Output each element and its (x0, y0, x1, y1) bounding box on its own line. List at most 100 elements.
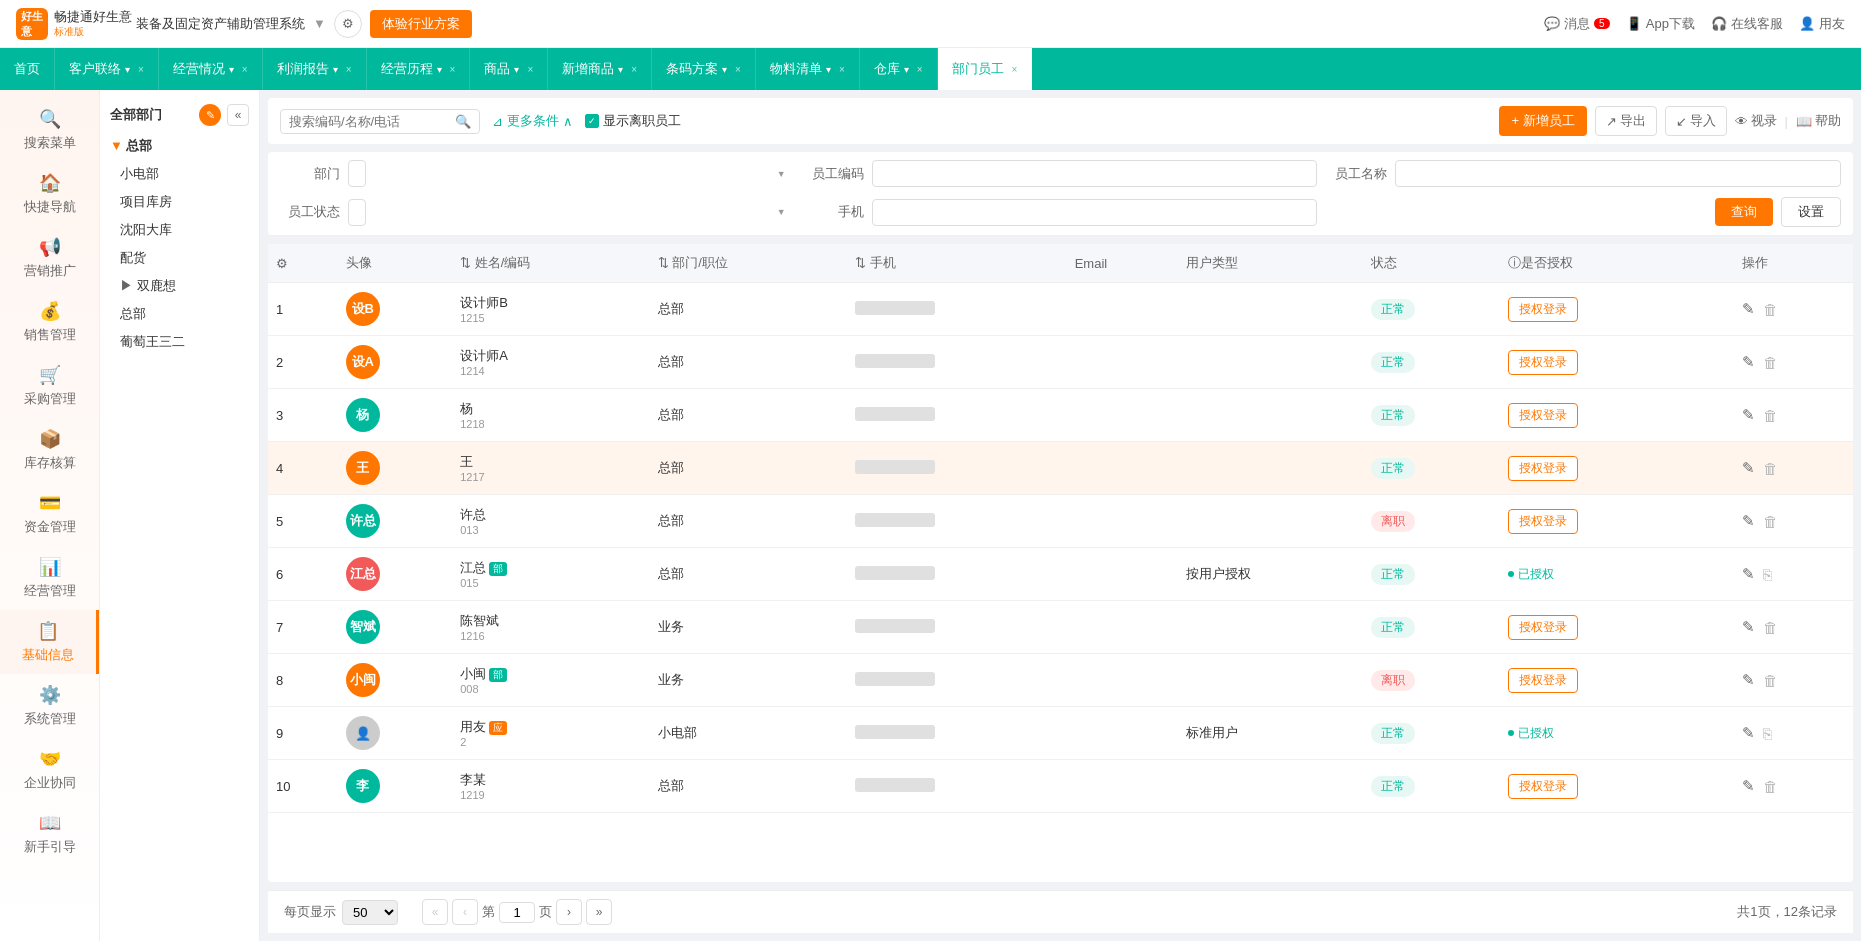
col-dept[interactable]: ⇅ 部门/职位 (650, 244, 847, 283)
delete-btn[interactable]: 🗑 (1763, 301, 1778, 318)
tab-home[interactable]: 首页 (0, 48, 55, 90)
tab-dropdown-icon[interactable]: ▾ (618, 64, 623, 75)
tab-close-icon[interactable]: × (450, 64, 456, 75)
col-settings[interactable]: ⚙ (268, 244, 338, 283)
page-input[interactable] (499, 902, 535, 923)
prev-page-btn[interactable]: ‹ (452, 899, 478, 925)
tab-close-icon[interactable]: × (527, 64, 533, 75)
dept-node-shuanglu[interactable]: ▶ 双鹿想 (100, 272, 259, 300)
dept-node-shenyang[interactable]: 沈阳大库 (100, 216, 259, 244)
experience-btn[interactable]: 体验行业方案 (370, 10, 472, 38)
authorize-btn[interactable]: 授权登录 (1508, 668, 1578, 693)
export-btn[interactable]: ↗ 导出 (1595, 106, 1657, 136)
authorize-btn[interactable]: 授权登录 (1508, 509, 1578, 534)
tab-warehouse[interactable]: 仓库▾× (860, 48, 938, 90)
more-filters-btn[interactable]: ⊿ 更多条件 ∧ (492, 112, 573, 130)
authorize-btn[interactable]: 授权登录 (1508, 403, 1578, 428)
delete-btn[interactable]: 🗑 (1763, 672, 1778, 689)
dept-node-zongbu-parent[interactable]: ▼ 总部 (100, 132, 259, 160)
edit-btn[interactable]: ✎ (1742, 300, 1755, 318)
authorize-btn[interactable]: 授权登录 (1508, 350, 1578, 375)
dept-edit-btn[interactable]: ✎ (199, 104, 221, 126)
show-offline-checkbox[interactable] (585, 114, 599, 128)
emp-code-filter-input[interactable] (872, 160, 1318, 187)
search-input-wrap[interactable]: 🔍 (280, 109, 480, 134)
tab-dropdown-icon[interactable]: ▾ (904, 64, 909, 75)
import-btn[interactable]: ↙ 导入 (1665, 106, 1727, 136)
col-phone[interactable]: ⇅ 手机 (847, 244, 1067, 283)
show-offline-toggle[interactable]: 显示离职员工 (585, 112, 681, 130)
nav-basic-info[interactable]: 📋 基础信息 (0, 610, 99, 674)
query-btn[interactable]: 查询 (1715, 198, 1773, 226)
delete-btn[interactable]: 🗑 (1763, 407, 1778, 424)
edit-btn[interactable]: ✎ (1742, 459, 1755, 477)
nav-guide[interactable]: 📖 新手引导 (0, 802, 99, 866)
tab-close-icon[interactable]: × (346, 64, 352, 75)
nav-finance[interactable]: 💳 资金管理 (0, 482, 99, 546)
edit-btn[interactable]: ✎ (1742, 671, 1755, 689)
dept-node-peihuo[interactable]: 配货 (100, 244, 259, 272)
tab-close-icon[interactable]: × (1012, 64, 1018, 75)
tab-dropdown-icon[interactable]: ▾ (514, 64, 519, 75)
tab-barcode[interactable]: 条码方案▾× (652, 48, 756, 90)
tab-dropdown-icon[interactable]: ▾ (826, 64, 831, 75)
emp-status-filter-select[interactable] (348, 199, 366, 226)
tab-new-goods[interactable]: 新增商品▾× (548, 48, 652, 90)
dept-node-zongbu[interactable]: 总部 (100, 300, 259, 328)
delete-btn[interactable]: 🗑 (1763, 619, 1778, 636)
settings-gear-btn[interactable]: ⚙ (334, 10, 362, 38)
dept-collapse-btn[interactable]: « (227, 104, 249, 126)
nav-operations-mgmt[interactable]: 📊 经营管理 (0, 546, 99, 610)
nav-quicknav[interactable]: 🏠 快捷导航 (0, 162, 99, 226)
nav-corp[interactable]: 🤝 企业协同 (0, 738, 99, 802)
search-input[interactable] (289, 114, 449, 129)
tab-dropdown-icon[interactable]: ▾ (229, 64, 234, 75)
authorize-btn[interactable]: 授权登录 (1508, 456, 1578, 481)
delete-btn[interactable]: 🗑 (1763, 778, 1778, 795)
next-page-btn[interactable]: › (556, 899, 582, 925)
edit-btn[interactable]: ✎ (1742, 565, 1755, 583)
tab-operations[interactable]: 经营情况▾× (159, 48, 263, 90)
edit-btn[interactable]: ✎ (1742, 724, 1755, 742)
tab-profit[interactable]: 利润报告▾× (263, 48, 367, 90)
add-employee-btn[interactable]: + 新增员工 (1499, 106, 1586, 136)
online-service-btn[interactable]: 🎧 在线客服 (1711, 15, 1783, 33)
tab-dropdown-icon[interactable]: ▾ (437, 64, 442, 75)
tab-close-icon[interactable]: × (735, 64, 741, 75)
delete-btn[interactable]: 🗑 (1763, 354, 1778, 371)
last-page-btn[interactable]: » (586, 899, 612, 925)
dept-filter-select[interactable] (348, 160, 366, 187)
nav-system[interactable]: ⚙️ 系统管理 (0, 674, 99, 738)
nav-inventory[interactable]: 📦 库存核算 (0, 418, 99, 482)
tab-employees[interactable]: 部门员工× (938, 48, 1033, 90)
tab-close-icon[interactable]: × (138, 64, 144, 75)
dept-node-xiangmu[interactable]: 项目库房 (100, 188, 259, 216)
copy-btn[interactable]: ⎘ (1763, 566, 1772, 583)
dept-node-putaowang[interactable]: 葡萄王三二 (100, 328, 259, 356)
user-avatar-btn[interactable]: 👤 用友 (1799, 15, 1845, 33)
edit-btn[interactable]: ✎ (1742, 777, 1755, 795)
tab-customer[interactable]: 客户联络▾× (55, 48, 159, 90)
delete-btn[interactable]: 🗑 (1763, 513, 1778, 530)
authorize-btn[interactable]: 授权登录 (1508, 774, 1578, 799)
tab-bom[interactable]: 物料清单▾× (756, 48, 860, 90)
per-page-select[interactable]: 50 20 100 (342, 900, 398, 925)
nav-marketing[interactable]: 📢 营销推广 (0, 226, 99, 290)
first-page-btn[interactable]: « (422, 899, 448, 925)
nav-purchase[interactable]: 🛒 采购管理 (0, 354, 99, 418)
tab-close-icon[interactable]: × (631, 64, 637, 75)
tab-dropdown-icon[interactable]: ▾ (333, 64, 338, 75)
tab-close-icon[interactable]: × (839, 64, 845, 75)
copy-btn[interactable]: ⎘ (1763, 725, 1772, 742)
app-download-btn[interactable]: 📱 App下载 (1626, 15, 1695, 33)
col-name[interactable]: ⇅ 姓名/编码 (452, 244, 649, 283)
edit-btn[interactable]: ✎ (1742, 406, 1755, 424)
tab-close-icon[interactable]: × (917, 64, 923, 75)
nav-search[interactable]: 🔍 搜索菜单 (0, 98, 99, 162)
tab-close-icon[interactable]: × (242, 64, 248, 75)
help-btn[interactable]: 📖 帮助 (1796, 112, 1841, 130)
tab-goods[interactable]: 商品▾× (470, 48, 548, 90)
emp-name-filter-input[interactable] (1395, 160, 1841, 187)
dept-node-xiaodianbu[interactable]: 小电部 (100, 160, 259, 188)
edit-btn[interactable]: ✎ (1742, 618, 1755, 636)
